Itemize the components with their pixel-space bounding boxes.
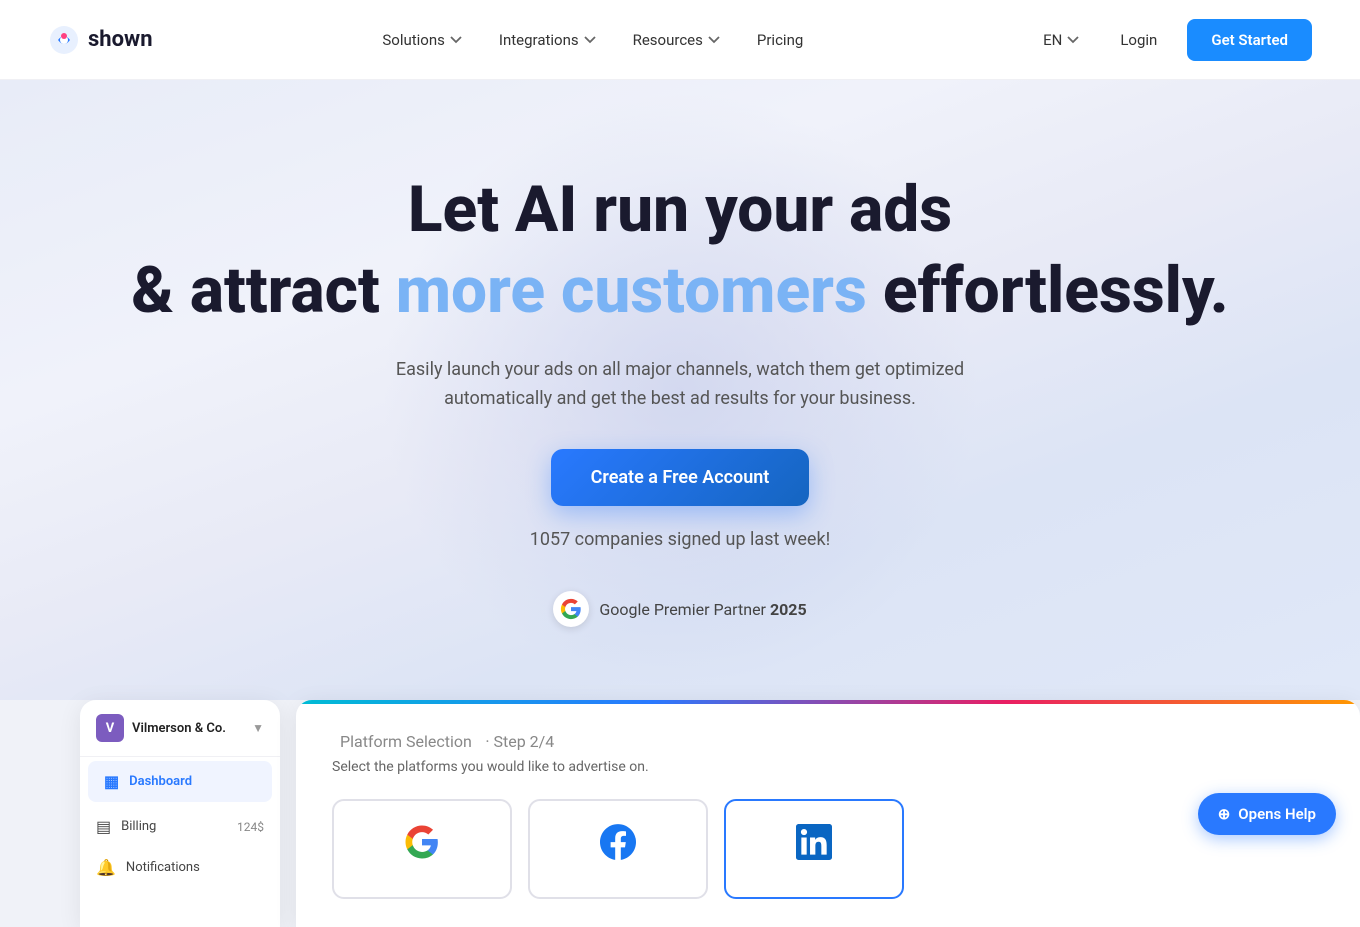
bottom-section: V Vilmerson & Co. ▼ ▦ Dashboard ▤ Billin… bbox=[0, 700, 1360, 927]
get-started-button[interactable]: Get Started bbox=[1187, 19, 1312, 61]
linkedin-platform-icon bbox=[796, 824, 832, 867]
google-partner-badge: Google Premier Partner 2025 bbox=[553, 591, 806, 627]
sidebar-user: V Vilmerson & Co. bbox=[96, 714, 226, 742]
nav-resources[interactable]: Resources bbox=[619, 23, 735, 57]
login-button[interactable]: Login bbox=[1106, 23, 1171, 57]
platform-card-meta[interactable] bbox=[528, 799, 708, 899]
nav-links: Solutions Integrations Resources Pricing bbox=[368, 23, 817, 57]
nav-right: EN Login Get Started bbox=[1033, 19, 1312, 61]
create-account-button[interactable]: Create a Free Account bbox=[551, 449, 810, 506]
hero-subtext: Easily launch your ads on all major chan… bbox=[380, 356, 980, 414]
sidebar-item-billing[interactable]: ▤ Billing 124$ bbox=[80, 806, 280, 847]
language-selector[interactable]: EN bbox=[1033, 23, 1090, 57]
avatar: V bbox=[96, 714, 124, 742]
platform-subtitle: Select the platforms you would like to a… bbox=[332, 759, 1324, 775]
sidebar-card: V Vilmerson & Co. ▼ ▦ Dashboard ▤ Billin… bbox=[80, 700, 280, 927]
chevron-down-icon[interactable]: ▼ bbox=[252, 721, 264, 735]
platform-card-google[interactable] bbox=[332, 799, 512, 899]
platform-title: Platform Selection · Step 2/4 bbox=[332, 728, 1324, 753]
nav-integrations[interactable]: Integrations bbox=[485, 23, 611, 57]
billing-icon: ▤ bbox=[96, 817, 111, 836]
company-name: Vilmerson & Co. bbox=[132, 721, 226, 736]
help-icon: ⊕ bbox=[1218, 805, 1231, 823]
brand-name: shown bbox=[88, 27, 153, 52]
nav-pricing[interactable]: Pricing bbox=[743, 23, 817, 57]
meta-platform-icon bbox=[600, 824, 636, 867]
sidebar-item-dashboard[interactable]: ▦ Dashboard bbox=[88, 761, 272, 802]
sidebar-header: V Vilmerson & Co. ▼ bbox=[80, 700, 280, 757]
platform-card-linkedin[interactable] bbox=[724, 799, 904, 899]
sidebar-item-notifications[interactable]: 🔔 Notifications bbox=[80, 847, 280, 888]
notifications-icon: 🔔 bbox=[96, 858, 116, 877]
help-button[interactable]: ⊕ Opens Help bbox=[1198, 793, 1336, 835]
hero-headline-1: Let AI run your ads bbox=[408, 173, 952, 247]
progress-bar bbox=[296, 700, 1360, 704]
logo[interactable]: shown bbox=[48, 24, 153, 56]
hero-headline-2: & attract more customers effortlessly. bbox=[131, 254, 1228, 328]
billing-amount: 124$ bbox=[237, 820, 264, 834]
dashboard-icon: ▦ bbox=[104, 772, 119, 791]
signup-count: 1057 companies signed up last week! bbox=[530, 526, 830, 555]
google-platform-icon bbox=[404, 824, 440, 867]
platform-cards bbox=[332, 799, 1324, 899]
navbar: shown Solutions Integrations Resources P… bbox=[0, 0, 1360, 80]
hero-section: Let AI run your ads & attract more custo… bbox=[0, 80, 1360, 700]
nav-solutions[interactable]: Solutions bbox=[368, 23, 477, 57]
logo-icon bbox=[48, 24, 80, 56]
google-logo bbox=[553, 591, 589, 627]
